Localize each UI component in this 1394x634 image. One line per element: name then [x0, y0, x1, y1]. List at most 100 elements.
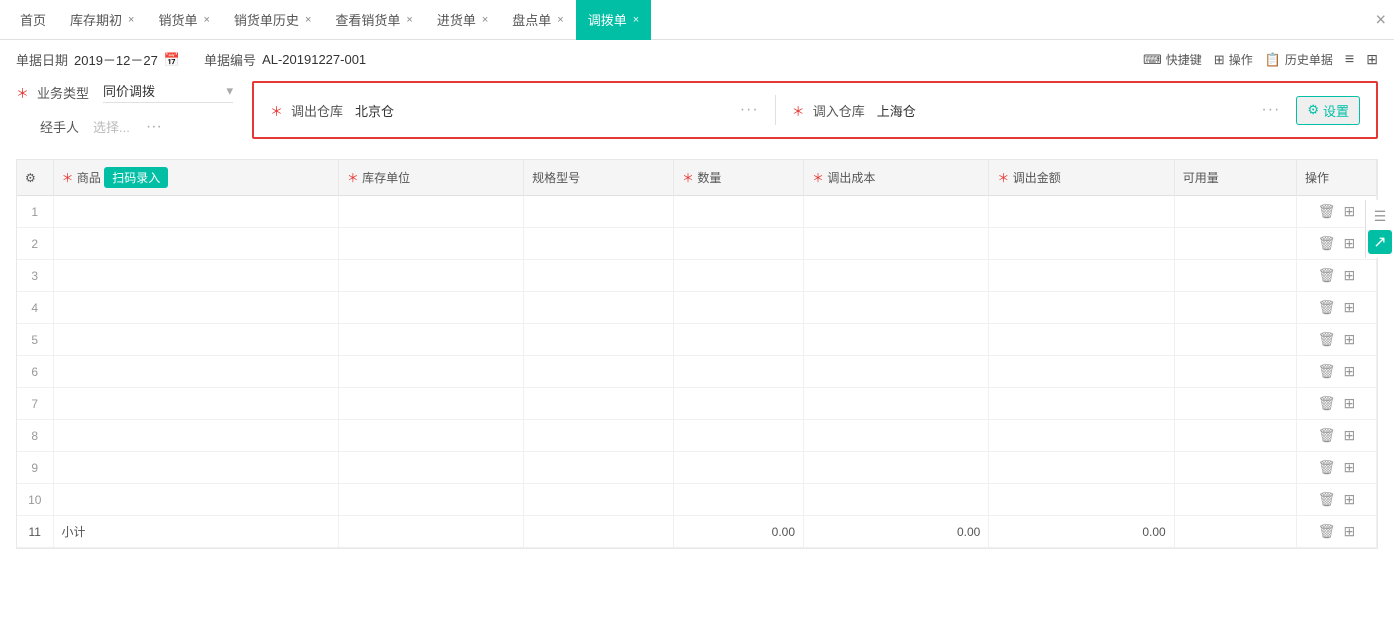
tab-close-sales-order[interactable]: × — [203, 14, 209, 26]
cell-qty[interactable] — [674, 260, 804, 292]
cell-spec[interactable] — [524, 324, 674, 356]
row-copy-icon[interactable]: ⊞ — [1344, 235, 1356, 252]
row-copy-icon[interactable]: ⊞ — [1344, 299, 1356, 316]
row-delete-icon[interactable]: 🗑 — [1318, 203, 1336, 220]
cell-qty[interactable] — [674, 484, 804, 516]
scan-button[interactable]: 扫码录入 — [104, 167, 168, 188]
row-delete-icon[interactable]: 🗑 — [1318, 491, 1336, 508]
cell-cost[interactable] — [804, 452, 989, 484]
cell-unit[interactable] — [338, 388, 523, 420]
cell-qty[interactable] — [674, 388, 804, 420]
row-copy-icon[interactable]: ⊞ — [1344, 395, 1356, 412]
tab-close-view-sales[interactable]: × — [406, 14, 412, 26]
cell-cost[interactable] — [804, 356, 989, 388]
cell-amount[interactable] — [989, 196, 1174, 228]
table-settings-col[interactable]: ⚙ — [17, 160, 53, 196]
cell-amount[interactable] — [989, 452, 1174, 484]
tab-view-sales[interactable]: 查看销货单 × — [323, 0, 424, 40]
cell-unit[interactable] — [338, 228, 523, 260]
cell-spec[interactable] — [524, 420, 674, 452]
cell-amount[interactable] — [989, 420, 1174, 452]
cell-product[interactable] — [53, 324, 338, 356]
calendar-icon[interactable]: 📅 — [164, 52, 180, 68]
cell-cost[interactable] — [804, 292, 989, 324]
tab-sales-history[interactable]: 销货单历史 × — [222, 0, 323, 40]
cell-product[interactable] — [53, 356, 338, 388]
biz-type-select[interactable]: 同价调拨 ▾ — [103, 81, 233, 103]
cell-cost[interactable] — [804, 484, 989, 516]
cell-amount[interactable] — [989, 324, 1174, 356]
cell-unit[interactable] — [338, 196, 523, 228]
row-copy-icon[interactable]: ⊞ — [1344, 491, 1356, 508]
tab-close-inventory-open[interactable]: × — [128, 14, 134, 26]
cell-cost[interactable] — [804, 260, 989, 292]
cell-product[interactable] — [53, 452, 338, 484]
sidebar-export-button[interactable]: ↗ — [1368, 230, 1392, 254]
window-close-button[interactable]: × — [1375, 9, 1386, 30]
cell-spec[interactable] — [524, 388, 674, 420]
cell-unit[interactable] — [338, 356, 523, 388]
row-delete-icon[interactable]: 🗑 — [1318, 363, 1336, 380]
row-copy-icon[interactable]: ⊞ — [1344, 203, 1356, 220]
cell-qty[interactable] — [674, 196, 804, 228]
cell-qty[interactable] — [674, 292, 804, 324]
cell-spec[interactable] — [524, 452, 674, 484]
cell-qty[interactable] — [674, 356, 804, 388]
cell-amount[interactable] — [989, 228, 1174, 260]
row-delete-icon[interactable]: 🗑 — [1318, 395, 1336, 412]
cell-cost[interactable] — [804, 228, 989, 260]
row-delete-icon[interactable]: 🗑 — [1318, 267, 1336, 284]
out-warehouse-more-button[interactable]: ··· — [740, 101, 759, 119]
cell-product[interactable] — [53, 260, 338, 292]
cell-unit[interactable] — [338, 484, 523, 516]
cell-qty[interactable] — [674, 324, 804, 356]
cell-spec[interactable] — [524, 292, 674, 324]
cell-unit[interactable] — [338, 420, 523, 452]
cell-product[interactable] — [53, 196, 338, 228]
cell-product[interactable] — [53, 484, 338, 516]
list-view-button[interactable]: ≡ — [1345, 51, 1354, 69]
tab-sales-order[interactable]: 销货单 × — [146, 0, 221, 40]
cell-qty[interactable] — [674, 228, 804, 260]
row-copy-icon[interactable]: ⊞ — [1344, 331, 1356, 348]
cell-product[interactable] — [53, 420, 338, 452]
cell-product[interactable] — [53, 292, 338, 324]
shortcut-button[interactable]: ⌨ 快捷键 — [1143, 51, 1202, 68]
cell-cost[interactable] — [804, 388, 989, 420]
tab-close-sales-history[interactable]: × — [305, 14, 311, 26]
tab-home[interactable]: 首页 — [8, 0, 58, 40]
cell-product[interactable] — [53, 228, 338, 260]
tab-close-purchase-order[interactable]: × — [482, 14, 488, 26]
cell-cost[interactable] — [804, 420, 989, 452]
cell-unit[interactable] — [338, 260, 523, 292]
settings-button[interactable]: ⚙ 设置 — [1296, 96, 1360, 125]
cell-amount[interactable] — [989, 292, 1174, 324]
cell-spec[interactable] — [524, 484, 674, 516]
operate-button[interactable]: ⊞ 操作 — [1214, 51, 1253, 68]
cell-spec[interactable] — [524, 228, 674, 260]
person-select[interactable]: 选择... — [93, 117, 130, 136]
tab-transfer-order[interactable]: 调拨单 × — [576, 0, 651, 40]
row-delete-icon[interactable]: 🗑 — [1318, 427, 1336, 444]
in-warehouse-more-button[interactable]: ··· — [1261, 101, 1280, 119]
row-delete-icon[interactable]: 🗑 — [1318, 459, 1336, 476]
cell-amount[interactable] — [989, 356, 1174, 388]
cell-unit[interactable] — [338, 292, 523, 324]
cell-cost[interactable] — [804, 324, 989, 356]
row-delete-icon[interactable]: 🗑 — [1318, 331, 1336, 348]
cell-amount[interactable] — [989, 260, 1174, 292]
tab-inventory-open[interactable]: 库存期初 × — [58, 0, 146, 40]
row-copy-icon[interactable]: ⊞ — [1344, 267, 1356, 284]
cell-spec[interactable] — [524, 356, 674, 388]
row-copy-icon[interactable]: ⊞ — [1344, 459, 1356, 476]
cell-qty[interactable] — [674, 420, 804, 452]
cell-spec[interactable] — [524, 196, 674, 228]
row-delete-icon[interactable]: 🗑 — [1318, 523, 1336, 540]
tab-close-inventory-count[interactable]: × — [557, 14, 563, 26]
sidebar-list-button[interactable]: ☰ — [1368, 204, 1392, 228]
tab-purchase-order[interactable]: 进货单 × — [425, 0, 500, 40]
cell-spec[interactable] — [524, 260, 674, 292]
cell-amount[interactable] — [989, 484, 1174, 516]
row-copy-icon[interactable]: ⊞ — [1344, 427, 1356, 444]
row-copy-icon[interactable]: ⊞ — [1344, 363, 1356, 380]
